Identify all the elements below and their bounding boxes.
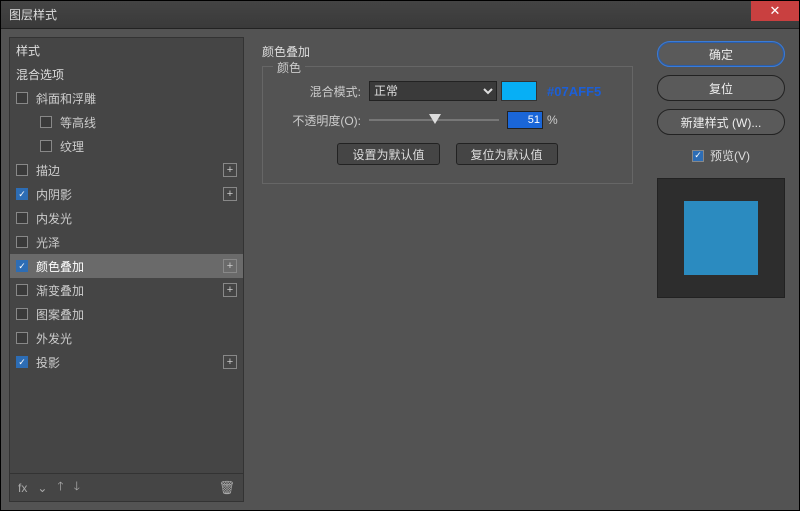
styles-sidebar: 样式 混合选项 斜面和浮雕等高线纹理描边+✓内阴影+内发光光泽✓颜色叠加+渐变叠… <box>9 37 244 502</box>
blending-options[interactable]: 混合选项 <box>10 62 243 86</box>
style-item-label: 内发光 <box>36 210 72 227</box>
style-checkbox[interactable] <box>16 332 28 344</box>
reset-button[interactable]: 复位 <box>657 75 785 101</box>
sidebar-footer: fx ⌄ 🡑 🡓 🗑 <box>10 473 243 501</box>
color-hex: #07AFF5 <box>547 84 601 99</box>
style-item-label: 等高线 <box>60 114 96 131</box>
style-item[interactable]: 斜面和浮雕 <box>10 86 243 110</box>
style-checkbox[interactable] <box>40 116 52 128</box>
content-area: 样式 混合选项 斜面和浮雕等高线纹理描边+✓内阴影+内发光光泽✓颜色叠加+渐变叠… <box>1 29 799 510</box>
style-list: 样式 混合选项 斜面和浮雕等高线纹理描边+✓内阴影+内发光光泽✓颜色叠加+渐变叠… <box>10 38 243 473</box>
style-item[interactable]: ✓ 投影 + <box>10 350 243 374</box>
slider-thumb-icon[interactable] <box>429 114 441 124</box>
opacity-label: 不透明度(O): <box>273 112 361 129</box>
style-checkbox[interactable]: ✓ <box>16 356 28 368</box>
style-item[interactable]: 等高线 <box>10 110 243 134</box>
style-item[interactable]: 内发光 <box>10 206 243 230</box>
blend-mode-row: 混合模式: 正常 #07AFF5 <box>273 81 622 101</box>
style-item[interactable]: 外发光 <box>10 326 243 350</box>
titlebar[interactable]: 图层样式 ✕ <box>1 1 799 29</box>
style-item[interactable]: 图案叠加 <box>10 302 243 326</box>
style-checkbox[interactable] <box>40 140 52 152</box>
preview-label: 预览(V) <box>710 147 750 164</box>
percent-label: % <box>547 113 558 127</box>
style-item[interactable]: ✓ 内阴影 + <box>10 182 243 206</box>
style-item[interactable]: 渐变叠加 + <box>10 278 243 302</box>
style-item-label: 描边 <box>36 162 60 179</box>
style-item-label: 外发光 <box>36 330 72 347</box>
add-effect-icon[interactable]: + <box>223 355 237 369</box>
close-button[interactable]: ✕ <box>751 1 799 21</box>
style-checkbox[interactable] <box>16 212 28 224</box>
style-item-label: 图案叠加 <box>36 306 84 323</box>
layer-style-dialog: 图层样式 ✕ 样式 混合选项 斜面和浮雕等高线纹理描边 + ✓ 内阴影 + 内发光光泽 ✓ 颜… <box>0 0 800 511</box>
panel-title: 颜色叠加 <box>262 43 633 60</box>
style-item[interactable]: ✓ 颜色叠加 + <box>10 254 243 278</box>
style-item[interactable]: 纹理 <box>10 134 243 158</box>
style-item-label: 颜色叠加 <box>36 258 84 275</box>
defaults-button-row: 设置为默认值 复位为默认值 <box>273 143 622 165</box>
style-checkbox[interactable] <box>16 164 28 176</box>
style-checkbox[interactable] <box>16 284 28 296</box>
style-checkbox[interactable]: ✓ <box>16 260 28 272</box>
reset-default-button[interactable]: 复位为默认值 <box>456 143 558 165</box>
style-item-label: 渐变叠加 <box>36 282 84 299</box>
style-item-label: 纹理 <box>60 138 84 155</box>
window-title: 图层样式 <box>9 6 57 23</box>
ok-button[interactable]: 确定 <box>657 41 785 67</box>
add-effect-icon[interactable]: + <box>223 187 237 201</box>
preview-box <box>657 178 785 298</box>
add-effect-icon[interactable]: + <box>223 163 237 177</box>
styles-header[interactable]: 样式 <box>10 38 243 62</box>
color-legend: 颜色 <box>273 59 305 76</box>
opacity-slider[interactable] <box>369 113 499 127</box>
trash-icon[interactable]: 🗑 <box>218 480 235 496</box>
blend-mode-select[interactable]: 正常 <box>369 81 497 101</box>
make-default-button[interactable]: 设置为默认值 <box>337 143 439 165</box>
fx-more-icon[interactable]: ⌄ <box>37 481 47 495</box>
style-item-label: 内阴影 <box>36 186 72 203</box>
style-item[interactable]: 光泽 <box>10 230 243 254</box>
fx-label[interactable]: fx <box>18 481 27 495</box>
color-fieldset: 颜色 混合模式: 正常 #07AFF5 不透明度(O): <box>262 66 633 184</box>
blend-mode-label: 混合模式: <box>273 83 361 100</box>
move-down-icon[interactable]: 🡓 <box>74 477 80 498</box>
options-panel: 颜色叠加 颜色 混合模式: 正常 #07AFF5 不透明度(O): <box>252 37 643 502</box>
style-item-label: 光泽 <box>36 234 60 251</box>
style-checkbox[interactable] <box>16 236 28 248</box>
style-item[interactable]: 描边 + <box>10 158 243 182</box>
style-item-label: 投影 <box>36 354 60 371</box>
preview-toggle-row[interactable]: ✓ 预览(V) <box>692 147 750 164</box>
opacity-row: 不透明度(O): % <box>273 111 622 129</box>
close-icon: ✕ <box>770 3 781 19</box>
add-effect-icon[interactable]: + <box>223 283 237 297</box>
opacity-input[interactable] <box>507 111 543 129</box>
new-style-button[interactable]: 新建样式 (W)... <box>657 109 785 135</box>
style-checkbox[interactable] <box>16 308 28 320</box>
action-column: 确定 复位 新建样式 (W)... ✓ 预览(V) <box>651 37 791 502</box>
color-swatch[interactable] <box>501 81 537 101</box>
style-checkbox[interactable] <box>16 92 28 104</box>
move-up-icon[interactable]: 🡑 <box>57 477 63 498</box>
preview-swatch <box>684 201 758 275</box>
preview-checkbox[interactable]: ✓ <box>692 150 704 162</box>
style-item-label: 斜面和浮雕 <box>36 90 96 107</box>
style-checkbox[interactable]: ✓ <box>16 188 28 200</box>
add-effect-icon[interactable]: + <box>223 259 237 273</box>
